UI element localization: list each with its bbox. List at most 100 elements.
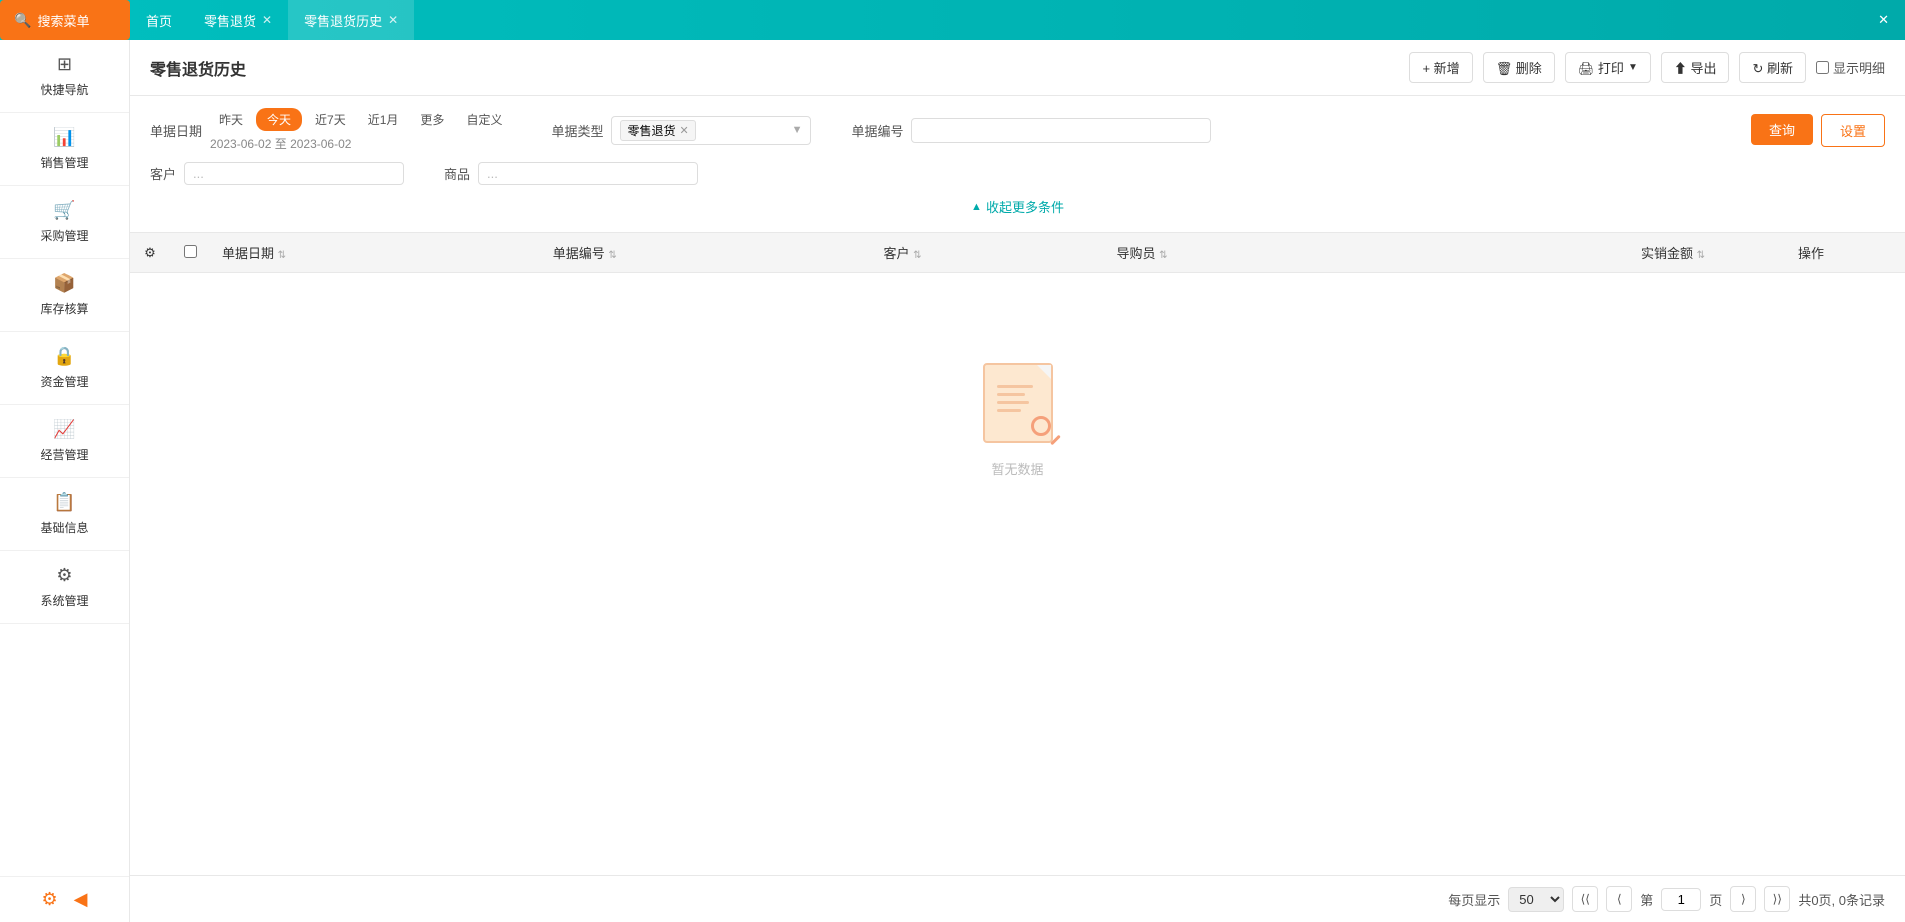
per-page-select[interactable]: 50 10 20 100 <box>1508 887 1564 912</box>
tab-return[interactable]: 零售退货 ✕ <box>188 0 288 40</box>
th-date[interactable]: 单据日期 ⇅ <box>210 233 541 273</box>
th-number[interactable]: 单据编号 ⇅ <box>541 233 872 273</box>
page-header: 零售退货历史 + 新增 🗑 删除 🖨 打印 ▼ ⬆ 导出 ↻ 刷新 <box>130 40 1905 96</box>
amount-sort-icon[interactable]: ⇅ <box>1697 250 1705 261</box>
th-checkbox[interactable] <box>170 233 210 273</box>
prev-page-btn[interactable]: ⟨ <box>1606 886 1632 912</box>
date-btn-last-month[interactable]: 近1月 <box>359 108 408 131</box>
sidebar: ⊞ 快捷导航 📊 销售管理 🛒 采购管理 📦 库存核算 🔒 资金管理 📈 经营管… <box>0 40 130 922</box>
tab-return-close[interactable]: ✕ <box>262 13 272 27</box>
sidebar-item-label-system: 系统管理 <box>40 592 88 609</box>
sidebar-item-base-info[interactable]: 📋 基础信息 <box>0 478 129 551</box>
table-header-row: ⚙ 单据日期 ⇅ 单据编号 ⇅ <box>130 233 1905 273</box>
sidebar-item-label-base-info: 基础信息 <box>40 519 88 536</box>
sidebar-item-operations[interactable]: 📈 经营管理 <box>0 405 129 478</box>
doc-type-tag: 零售退货 ✕ <box>620 120 695 141</box>
tab-return-history[interactable]: 零售退货历史 ✕ <box>288 0 414 40</box>
filter-area: 单据日期 昨天 今天 近7天 近1月 更多 自定义 2023-06-02 至 2… <box>130 96 1905 233</box>
doc-type-dropdown-icon[interactable]: ▼ <box>792 124 803 136</box>
th-amount[interactable]: 实销金额 ⇅ <box>1386 233 1717 273</box>
sidebar-item-label-quick-nav: 快捷导航 <box>40 81 88 98</box>
doc-line-3 <box>997 401 1029 404</box>
add-button[interactable]: + 新增 <box>1409 52 1472 83</box>
sidebar-footer: ⚙ ◀ <box>0 876 129 922</box>
last-page-btn[interactable]: ⟩⟩ <box>1764 886 1790 912</box>
sidebar-item-quick-nav[interactable]: ⊞ 快捷导航 <box>0 40 129 113</box>
next-page-btn[interactable]: ⟩ <box>1730 886 1756 912</box>
search-menu-btn[interactable]: 🔍 搜索菜单 <box>0 0 130 40</box>
page-number-input[interactable] <box>1661 888 1701 911</box>
quick-nav-icon: ⊞ <box>57 54 72 75</box>
filter-row-1: 单据日期 昨天 今天 近7天 近1月 更多 自定义 2023-06-02 至 2… <box>150 108 1885 152</box>
sidebar-item-system-mgmt[interactable]: ⚙ 系统管理 <box>0 551 129 624</box>
tab-return-label: 零售退货 <box>204 11 256 30</box>
filter-item-customer: 客户 ... <box>150 162 404 185</box>
setting-button[interactable]: 设置 <box>1821 114 1885 147</box>
system-icon: ⚙ <box>56 565 72 586</box>
delete-button[interactable]: 🗑 删除 <box>1483 52 1555 83</box>
date-filter-label: 单据日期 <box>150 121 202 140</box>
date-range-display: 2023-06-02 至 2023-06-02 <box>210 135 511 152</box>
tab-return-history-label: 零售退货历史 <box>304 11 382 30</box>
filter-row-2: 客户 ... 商品 ... <box>150 162 1885 185</box>
audio-footer-icon[interactable]: ◀ <box>74 889 88 910</box>
doc-number-label: 单据编号 <box>851 121 903 140</box>
magnifier-icon <box>1031 416 1061 446</box>
doc-type-tag-remove[interactable]: ✕ <box>679 124 688 137</box>
sidebar-item-label-inventory: 库存核算 <box>40 300 88 317</box>
print-button[interactable]: 🖨 打印 ▼ <box>1565 52 1651 83</box>
th-settings[interactable]: ⚙ <box>130 233 170 273</box>
date-sort-icon[interactable]: ⇅ <box>278 250 286 261</box>
tab-home[interactable]: 首页 <box>130 0 188 40</box>
print-dropdown-icon[interactable]: ▼ <box>1628 62 1638 73</box>
number-sort-icon[interactable]: ⇅ <box>608 250 616 261</box>
inventory-icon: 📦 <box>53 273 75 294</box>
collapse-up-icon: ▲ <box>971 201 982 213</box>
select-all-checkbox[interactable] <box>184 245 197 258</box>
export-button[interactable]: ⬆ 导出 <box>1661 52 1730 83</box>
show-detail-checkbox-label[interactable]: 显示明细 <box>1816 58 1885 77</box>
sidebar-item-purchase-mgmt[interactable]: 🛒 采购管理 <box>0 186 129 259</box>
search-icon: 🔍 <box>14 12 31 29</box>
customer-sort-icon[interactable]: ⇅ <box>913 250 921 261</box>
date-btn-more[interactable]: 更多 <box>411 108 453 131</box>
add-btn-label: + 新增 <box>1422 58 1459 77</box>
date-btn-yesterday[interactable]: 昨天 <box>210 108 252 131</box>
date-btn-today[interactable]: 今天 <box>256 108 302 131</box>
doc-body <box>983 363 1053 443</box>
filter-dates: 昨天 今天 近7天 近1月 更多 自定义 <box>210 108 511 131</box>
customer-input[interactable]: ... <box>184 162 404 185</box>
settings-footer-icon[interactable]: ⚙ <box>42 889 58 910</box>
th-guide[interactable]: 导购员 ⇅ <box>1104 233 1386 273</box>
doc-type-label: 单据类型 <box>551 121 603 140</box>
date-btn-last7[interactable]: 近7天 <box>306 108 355 131</box>
guide-sort-icon[interactable]: ⇅ <box>1159 250 1167 261</box>
date-btn-custom[interactable]: 自定义 <box>457 108 511 131</box>
query-button[interactable]: 查询 <box>1751 114 1813 145</box>
finance-icon: 🔒 <box>53 346 75 367</box>
export-btn-label: ⬆ 导出 <box>1674 58 1717 77</box>
sidebar-item-inventory[interactable]: 📦 库存核算 <box>0 259 129 332</box>
sidebar-item-label-sales: 销售管理 <box>40 154 88 171</box>
empty-row: 暂无数据 <box>130 273 1905 559</box>
collapse-btn[interactable]: ▲ 收起更多条件 <box>959 193 1076 220</box>
operations-icon: 📈 <box>53 419 75 440</box>
empty-text: 暂无数据 <box>991 459 1043 478</box>
sidebar-item-label-finance: 资金管理 <box>40 373 88 390</box>
sidebar-item-sales-mgmt[interactable]: 📊 销售管理 <box>0 113 129 186</box>
tab-return-history-close[interactable]: ✕ <box>388 13 398 27</box>
sidebar-item-finance[interactable]: 🔒 资金管理 <box>0 332 129 405</box>
doc-type-input[interactable]: 零售退货 ✕ ▼ <box>611 116 811 145</box>
refresh-button[interactable]: ↻ 刷新 <box>1739 52 1806 83</box>
collapse-section: ▲ 收起更多条件 <box>150 193 1885 220</box>
first-page-btn[interactable]: ⟨⟨ <box>1572 886 1598 912</box>
pagination-bar: 每页显示 50 10 20 100 ⟨⟨ ⟨ 第 页 ⟩ ⟩⟩ 共0页, 0条记… <box>130 875 1905 922</box>
window-close-btn[interactable]: ✕ <box>1878 12 1905 28</box>
settings-col-icon[interactable]: ⚙ <box>144 245 156 260</box>
show-detail-checkbox[interactable] <box>1816 61 1829 74</box>
filter-item-doc-type: 单据类型 零售退货 ✕ ▼ <box>551 116 811 145</box>
doc-number-input[interactable] <box>911 118 1211 143</box>
goods-input[interactable]: ... <box>478 162 698 185</box>
th-customer[interactable]: 客户 ⇅ <box>871 233 1104 273</box>
customer-placeholder: ... <box>193 166 204 181</box>
